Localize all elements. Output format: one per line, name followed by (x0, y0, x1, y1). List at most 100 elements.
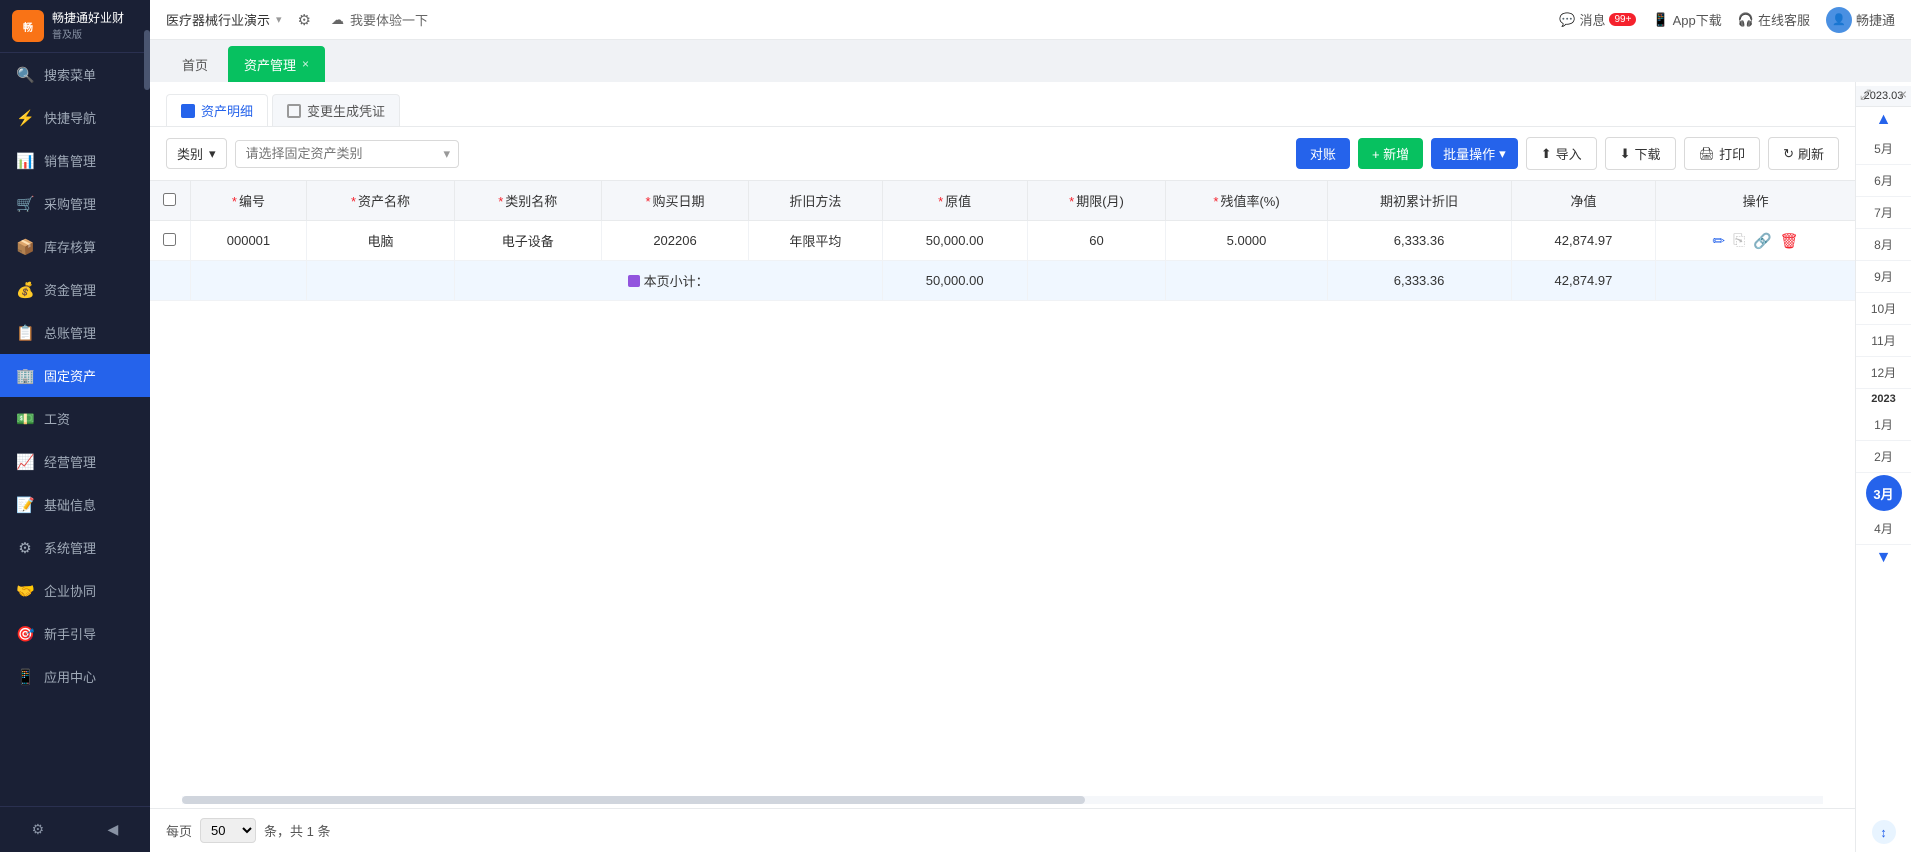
select-all-checkbox[interactable] (163, 193, 176, 206)
sidebar-item-fixed-assets[interactable]: 🏢 固定资产 (0, 354, 150, 397)
sub-tab-detail-label: 资产明细 (201, 101, 253, 120)
settings-gear-icon[interactable]: ⚙ (298, 11, 311, 29)
th-category: *类别名称 (454, 181, 601, 221)
cal-month-12[interactable]: 12月 (1856, 357, 1911, 389)
tab-assets-label: 资产管理 (244, 55, 296, 74)
sidebar-item-label: 库存核算 (44, 237, 96, 256)
horizontal-scrollbar[interactable] (182, 796, 1823, 804)
print-button[interactable]: 🖨 打印 (1684, 137, 1761, 170)
cal-toggle-button[interactable]: ↕ (1872, 820, 1896, 844)
collapse-button[interactable]: ◀ (102, 815, 125, 844)
company-selector[interactable]: 医疗器械行业演示 ▾ (166, 10, 282, 29)
th-accumulated-dep: 期初累计折旧 (1327, 181, 1511, 221)
detail-tab-icon (181, 104, 195, 118)
main-content: 医疗器械行业演示 ▾ ⚙ ☁ 我要体验一下 💬 消息 99+ 📱 App下载 🎧… (150, 0, 1911, 852)
download-label: 下载 (1635, 144, 1661, 163)
th-actions: 操作 (1656, 181, 1855, 221)
delete-icon[interactable]: 🗑 (1780, 232, 1799, 250)
logo-area: 畅 畅捷通好业财 普及版 (0, 0, 150, 53)
category-input-arrow[interactable]: ▾ (436, 141, 459, 167)
cal-month-8[interactable]: 8月 (1856, 229, 1911, 261)
sidebar-item-app-center[interactable]: 📱 应用中心 (0, 655, 150, 698)
cal-month-3-active[interactable]: 3月 (1866, 475, 1902, 511)
row-checkbox[interactable] (163, 233, 176, 246)
category-filter[interactable]: 类别 ▾ (166, 138, 227, 169)
cal-month-6[interactable]: 6月 (1856, 165, 1911, 197)
cal-month-7[interactable]: 7月 (1856, 197, 1911, 229)
settings-button[interactable]: ⚙ (26, 815, 51, 844)
service-icon: 🎧 (1738, 12, 1754, 28)
sidebar-item-payroll[interactable]: 💵 工资 (0, 397, 150, 440)
download-icon: ⬇ (1620, 146, 1631, 162)
row-net-value: 42,874.97 (1511, 221, 1656, 261)
import-button[interactable]: ⬆ 导入 (1526, 137, 1597, 170)
sidebar-item-inventory[interactable]: 📦 库存核算 (0, 225, 150, 268)
per-page-select[interactable]: 50 100 200 (200, 818, 256, 843)
online-service-button[interactable]: 🎧 在线客服 (1738, 10, 1810, 29)
reconcile-button[interactable]: 对账 (1296, 138, 1350, 169)
cal-month-5[interactable]: 5月 (1856, 133, 1911, 165)
sub-tab-detail[interactable]: 资产明细 (166, 94, 268, 126)
cal-month-9[interactable]: 9月 (1856, 261, 1911, 293)
cal-up-button[interactable]: ▲ (1856, 107, 1911, 133)
topbar-right: 💬 消息 99+ 📱 App下载 🎧 在线客服 👤 畅捷通 (1559, 7, 1895, 33)
row-name: 电脑 (307, 221, 454, 261)
cal-month-2[interactable]: 2月 (1856, 441, 1911, 473)
row-depreciation-method: 年限平均 (749, 221, 883, 261)
user-area[interactable]: 👤 畅捷通 (1826, 7, 1895, 33)
col-category-label: 类别名称 (505, 194, 557, 209)
tab-home[interactable]: 首页 (166, 46, 224, 82)
cal-month-1[interactable]: 1月 (1856, 409, 1911, 441)
per-page-label: 每页 (166, 821, 192, 840)
refresh-button[interactable]: ↻ 刷新 (1768, 137, 1839, 170)
col-net-label: 净值 (1570, 194, 1596, 209)
category-input[interactable] (236, 141, 436, 166)
subtotal-label: 本页小计： (463, 271, 874, 290)
inventory-icon: 📦 (16, 238, 34, 256)
link-icon[interactable]: 🔗 (1753, 232, 1772, 250)
notification-icon: 💬 (1559, 12, 1575, 28)
sidebar-item-search[interactable]: 🔍 搜索菜单 (0, 53, 150, 96)
edit-icon[interactable]: ✏ (1713, 232, 1726, 250)
sidebar-item-purchase[interactable]: 🛒 采购管理 (0, 182, 150, 225)
subtotal-empty3 (307, 261, 454, 301)
tab-assets[interactable]: 资产管理 × (228, 46, 325, 82)
table-row: 000001 电脑 电子设备 202206 年限平均 50,000.00 60 … (150, 221, 1855, 261)
cal-month-11[interactable]: 11月 (1856, 325, 1911, 357)
batch-button[interactable]: 批量操作 ▾ (1431, 138, 1518, 169)
sidebar-item-finance[interactable]: 💰 资金管理 (0, 268, 150, 311)
enterprise-icon: 🤝 (16, 582, 34, 600)
payroll-icon: 💵 (16, 410, 34, 428)
sidebar-item-management[interactable]: 📈 经营管理 (0, 440, 150, 483)
cal-down-button[interactable]: ▼ (1856, 545, 1911, 571)
download-button[interactable]: ⬇ 下载 (1605, 137, 1676, 170)
sidebar-item-label: 经营管理 (44, 452, 96, 471)
sub-tab-voucher[interactable]: 变更生成凭证 (272, 94, 400, 126)
copy-icon[interactable]: ⎘ (1733, 232, 1745, 249)
app-edition: 普及版 (52, 26, 124, 41)
sidebar-item-guide[interactable]: 🎯 新手引导 (0, 612, 150, 655)
company-name: 医疗器械行业演示 (166, 10, 270, 29)
sidebar-item-sales[interactable]: 📊 销售管理 (0, 139, 150, 182)
sidebar-item-label: 企业协同 (44, 581, 96, 600)
notification-button[interactable]: 💬 消息 99+ (1559, 10, 1636, 29)
sidebar-item-basic-info[interactable]: 📝 基础信息 (0, 483, 150, 526)
basic-info-icon: 📝 (16, 496, 34, 514)
topbar: 医疗器械行业演示 ▾ ⚙ ☁ 我要体验一下 💬 消息 99+ 📱 App下载 🎧… (150, 0, 1911, 40)
new-button[interactable]: + 新增 (1358, 138, 1423, 169)
cal-close-icon[interactable]: × (1899, 86, 1907, 102)
tab-close-icon[interactable]: × (302, 57, 309, 71)
sidebar-item-ledger[interactable]: 📋 总账管理 (0, 311, 150, 354)
sidebar-item-quicknav[interactable]: ⚡ 快捷导航 (0, 96, 150, 139)
sidebar-item-system[interactable]: ⚙ 系统管理 (0, 526, 150, 569)
sidebar-item-enterprise[interactable]: 🤝 企业协同 (0, 569, 150, 612)
sidebar: 畅 畅捷通好业财 普及版 🔍 搜索菜单 ⚡ 快捷导航 📊 销售管理 🛒 采购管理… (0, 0, 150, 852)
cal-month-10[interactable]: 10月 (1856, 293, 1911, 325)
app-download-button[interactable]: 📱 App下载 (1652, 10, 1721, 29)
row-category: 电子设备 (454, 221, 601, 261)
row-actions: ✏ ⎘ 🔗 🗑 (1656, 221, 1855, 261)
sidebar-item-label: 销售管理 (44, 151, 96, 170)
experience-button[interactable]: ☁ 我要体验一下 (331, 10, 428, 29)
cal-month-4[interactable]: 4月 (1856, 513, 1911, 545)
cal-expand-icon[interactable]: ⤢ (1860, 86, 1871, 103)
